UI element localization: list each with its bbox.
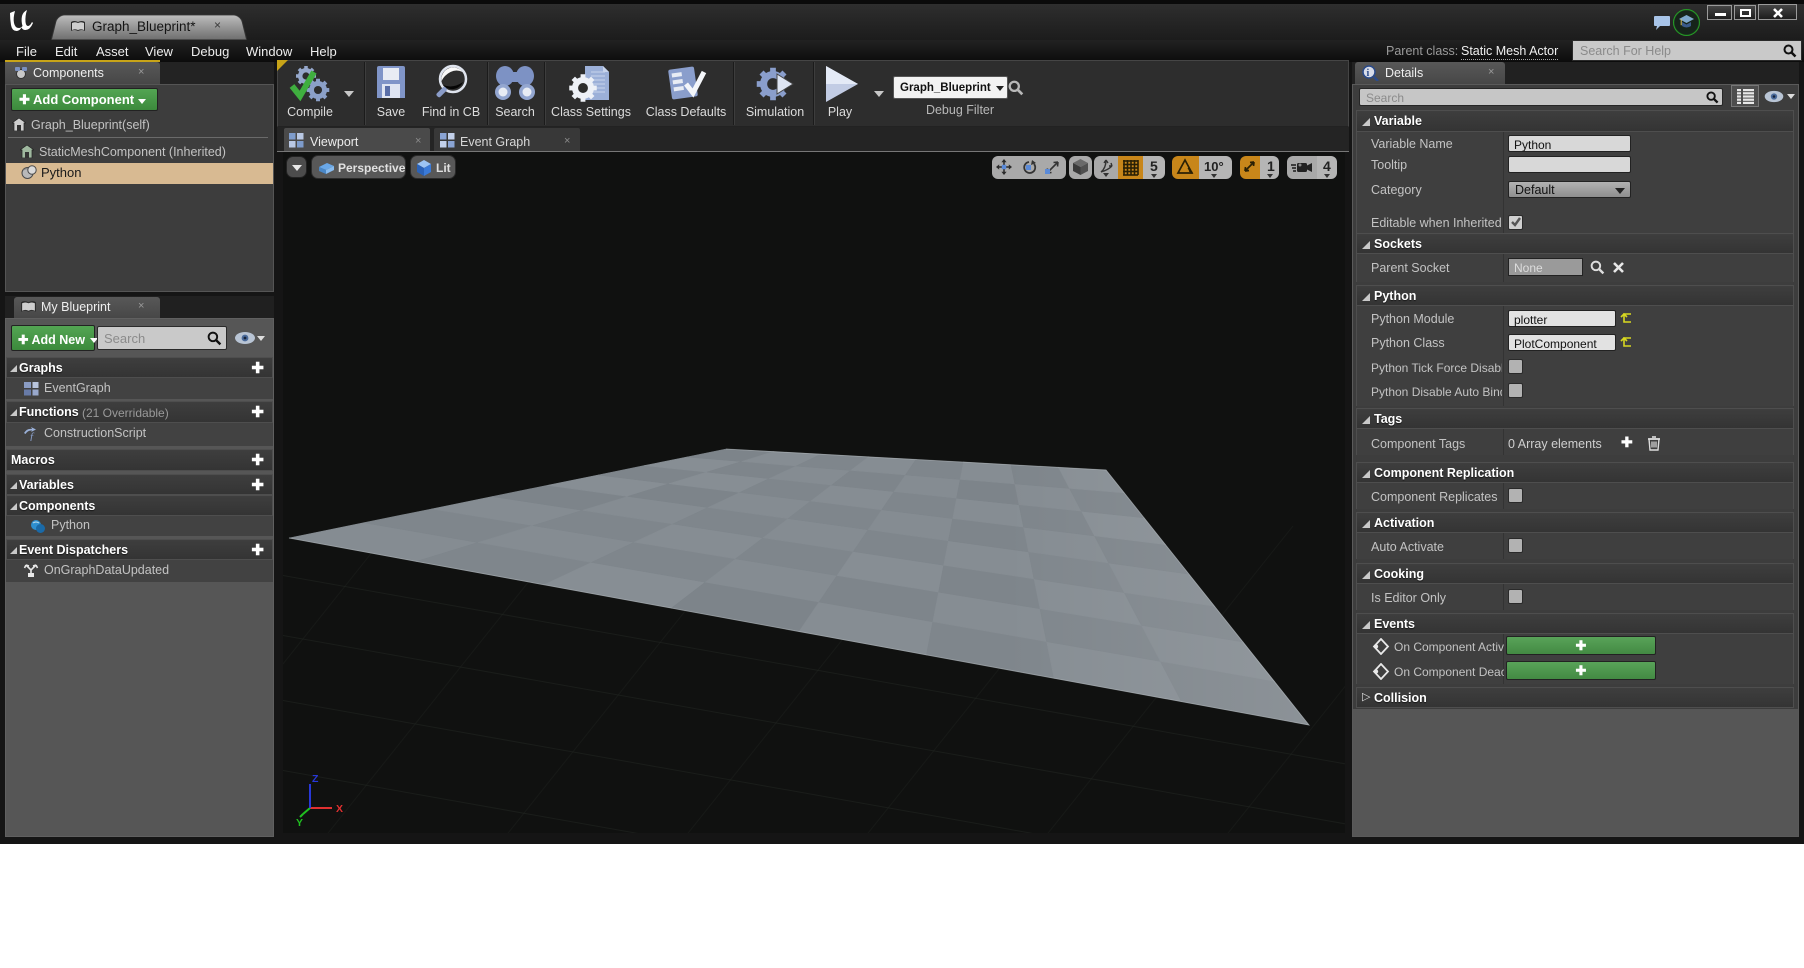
svg-text:i: i [1367, 68, 1370, 79]
svg-text:Z: Z [312, 773, 319, 785]
svg-text:X: X [336, 803, 343, 815]
svg-text:Y: Y [296, 817, 303, 829]
svg-text:f: f [30, 431, 35, 441]
